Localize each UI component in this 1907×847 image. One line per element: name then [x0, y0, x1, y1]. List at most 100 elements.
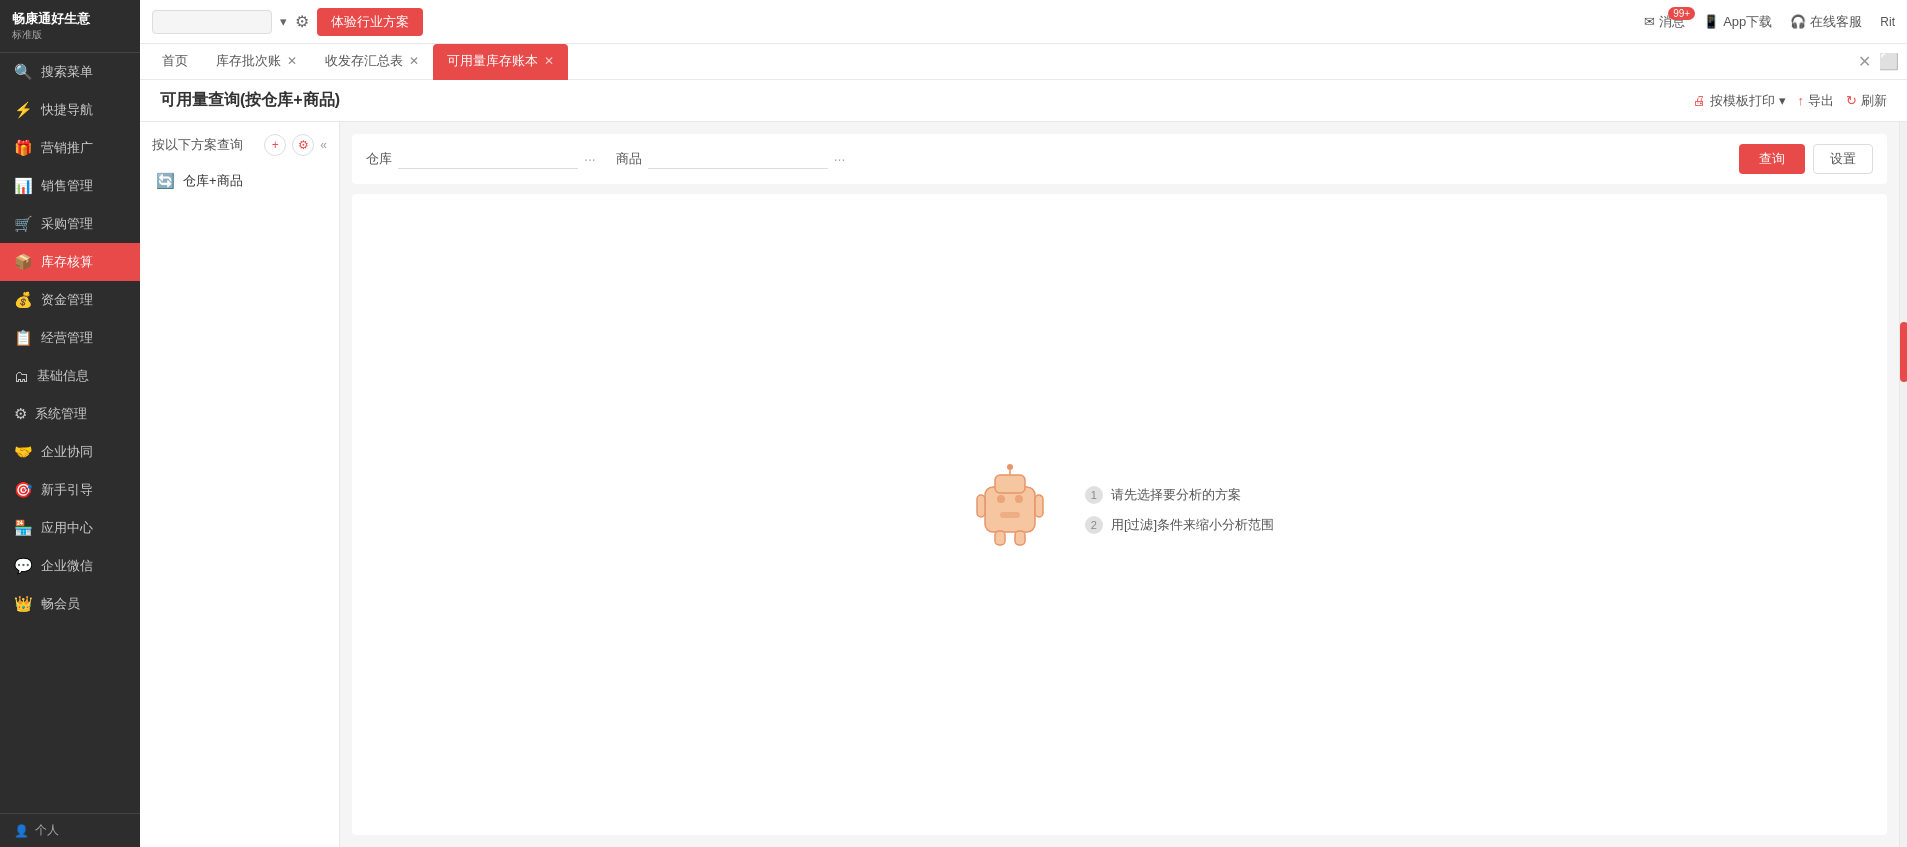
- tabs-bar: 首页 库存批次账 ✕ 收发存汇总表 ✕ 可用量库存账本 ✕ ✕ ⬜: [140, 44, 1907, 80]
- sidebar-item-nav[interactable]: ⚡ 快捷导航: [0, 91, 140, 129]
- scrollbar-thumb[interactable]: [1900, 322, 1907, 382]
- right-scrollbar[interactable]: [1899, 122, 1907, 847]
- refresh-label: 刷新: [1861, 92, 1887, 110]
- sidebar-item-label: 企业微信: [41, 557, 93, 575]
- empty-state: 1 请先选择要分析的方案 2 用[过滤]条件来缩小分析范围: [352, 194, 1887, 835]
- phone-icon: 📱: [1703, 14, 1719, 29]
- user-menu[interactable]: Rit: [1880, 15, 1895, 29]
- content-area: 按以下方案查询 + ⚙ « 🔄 仓库+商品 仓库 ···: [140, 122, 1907, 847]
- cart-icon: 🛒: [14, 215, 33, 233]
- product-label: 商品: [616, 150, 642, 168]
- tab-summary-close[interactable]: ✕: [409, 54, 419, 68]
- sidebar-item-operation[interactable]: 📋 经营管理: [0, 319, 140, 357]
- store-icon: 🏪: [14, 519, 33, 537]
- message-badge: 99+: [1668, 7, 1695, 20]
- hint-text-1: 请先选择要分析的方案: [1111, 486, 1241, 504]
- svg-point-4: [997, 495, 1005, 503]
- filter-action-buttons: 查询 设置: [1739, 144, 1873, 174]
- filter-header-label: 按以下方案查询: [152, 136, 243, 154]
- info-icon: 🗂: [14, 368, 29, 385]
- warehouse-filter-field: 仓库 ···: [366, 149, 596, 169]
- collapse-panel-button[interactable]: «: [320, 138, 327, 152]
- print-dropdown-icon[interactable]: ▾: [1779, 93, 1786, 108]
- sidebar-item-purchase[interactable]: 🛒 采购管理: [0, 205, 140, 243]
- main-content: ▾ ⚙ 体验行业方案 ✉ 消息 99+ 📱 App下载 🎧 在线客服 Rit: [140, 0, 1907, 847]
- svg-rect-8: [1035, 495, 1043, 517]
- topbar-search-input[interactable]: [152, 10, 272, 34]
- hint-item-1: 1 请先选择要分析的方案: [1085, 486, 1274, 504]
- hint-num-1: 1: [1085, 486, 1103, 504]
- window-buttons: ✕ ⬜: [1858, 52, 1899, 71]
- sidebar-item-finance[interactable]: 💰 资金管理: [0, 281, 140, 319]
- username-label: Rit: [1880, 15, 1895, 29]
- filter-icons: + ⚙ «: [264, 134, 327, 156]
- product-input[interactable]: [648, 149, 828, 169]
- money-icon: 💰: [14, 291, 33, 309]
- message-button[interactable]: ✉ 消息 99+: [1644, 13, 1685, 31]
- sidebar-item-basic[interactable]: 🗂 基础信息: [0, 357, 140, 395]
- tab-available-close[interactable]: ✕: [544, 54, 554, 68]
- headphone-icon: 🎧: [1790, 14, 1806, 29]
- sidebar-item-marketing[interactable]: 🎁 营销推广: [0, 129, 140, 167]
- empty-hints: 1 请先选择要分析的方案 2 用[过滤]条件来缩小分析范围: [1085, 486, 1274, 534]
- settings-button[interactable]: 设置: [1813, 144, 1873, 174]
- add-scheme-button[interactable]: +: [264, 134, 286, 156]
- sidebar-item-label: 销售管理: [41, 177, 93, 195]
- sidebar: 畅康通好生意 标准版 🔍 搜索菜单 ⚡ 快捷导航 🎁 营销推广 📊 销售管理 🛒…: [0, 0, 140, 847]
- window-close-icon[interactable]: ✕: [1858, 52, 1871, 71]
- app-download-label: App下载: [1723, 13, 1772, 31]
- sidebar-item-label: 畅会员: [41, 595, 80, 613]
- footer-icon: 👤: [14, 824, 29, 838]
- message-icon: ✉: [1644, 14, 1655, 29]
- crown-icon: 👑: [14, 595, 33, 613]
- sidebar-item-label: 搜索菜单: [41, 63, 93, 81]
- page-header: 可用量查询(按仓库+商品) 🖨 按模板打印 ▾ ↑ 导出 ↻ 刷新: [140, 80, 1907, 122]
- sidebar-item-search[interactable]: 🔍 搜索菜单: [0, 53, 140, 91]
- sidebar-item-member[interactable]: 👑 畅会员: [0, 585, 140, 623]
- sidebar-item-system[interactable]: ⚙ 系统管理: [0, 395, 140, 433]
- warehouse-input[interactable]: [398, 149, 578, 169]
- tab-batch-account[interactable]: 库存批次账 ✕: [202, 44, 311, 80]
- hint-num-2: 2: [1085, 516, 1103, 534]
- product-filter-field: 商品 ···: [616, 149, 846, 169]
- sidebar-item-enterprise[interactable]: 🤝 企业协同: [0, 433, 140, 471]
- tab-batch-close[interactable]: ✕: [287, 54, 297, 68]
- sidebar-item-label: 资金管理: [41, 291, 93, 309]
- sidebar-item-wechat[interactable]: 💬 企业微信: [0, 547, 140, 585]
- settings-scheme-button[interactable]: ⚙: [292, 134, 314, 156]
- trial-industry-button[interactable]: 体验行业方案: [317, 8, 423, 36]
- hint-item-2: 2 用[过滤]条件来缩小分析范围: [1085, 516, 1274, 534]
- refresh-icon: ↻: [1846, 93, 1857, 108]
- sidebar-item-label: 应用中心: [41, 519, 93, 537]
- export-button[interactable]: ↑ 导出: [1798, 92, 1835, 110]
- topbar-dropdown-icon[interactable]: ▾: [280, 14, 287, 29]
- warehouse-more-icon[interactable]: ···: [584, 151, 596, 167]
- left-filter-panel: 按以下方案查询 + ⚙ « 🔄 仓库+商品: [140, 122, 340, 847]
- sidebar-item-inventory[interactable]: 📦 库存核算: [0, 243, 140, 281]
- product-more-icon[interactable]: ···: [834, 151, 846, 167]
- tab-batch-label: 库存批次账: [216, 52, 281, 70]
- empty-visual: 1 请先选择要分析的方案 2 用[过滤]条件来缩小分析范围: [965, 457, 1274, 562]
- topbar-settings-icon[interactable]: ⚙: [295, 12, 309, 31]
- sidebar-item-sales[interactable]: 📊 销售管理: [0, 167, 140, 205]
- print-button[interactable]: 🖨 按模板打印 ▾: [1693, 92, 1786, 110]
- sidebar-item-label: 新手引导: [41, 481, 93, 499]
- refresh-button[interactable]: ↻ 刷新: [1846, 92, 1887, 110]
- tab-summary[interactable]: 收发存汇总表 ✕: [311, 44, 433, 80]
- window-maximize-icon[interactable]: ⬜: [1879, 52, 1899, 71]
- print-label: 按模板打印: [1710, 92, 1775, 110]
- tab-home[interactable]: 首页: [148, 44, 202, 80]
- scheme-item-warehouse-product[interactable]: 🔄 仓库+商品: [140, 164, 339, 198]
- tab-available-qty[interactable]: 可用量库存账本 ✕: [433, 44, 568, 80]
- sidebar-item-appstore[interactable]: 🏪 应用中心: [0, 509, 140, 547]
- filter-row: 仓库 ··· 商品 ··· 查询 设置: [352, 134, 1887, 184]
- brand-name: 畅康通好生意: [12, 10, 128, 28]
- box-icon: 📦: [14, 253, 33, 271]
- tab-home-label: 首页: [162, 52, 188, 70]
- online-service-button[interactable]: 🎧 在线客服: [1790, 13, 1862, 31]
- query-button[interactable]: 查询: [1739, 144, 1805, 174]
- app-download-button[interactable]: 📱 App下载: [1703, 13, 1772, 31]
- sidebar-item-label: 基础信息: [37, 367, 89, 385]
- sidebar-item-label: 快捷导航: [41, 101, 93, 119]
- sidebar-item-guide[interactable]: 🎯 新手引导: [0, 471, 140, 509]
